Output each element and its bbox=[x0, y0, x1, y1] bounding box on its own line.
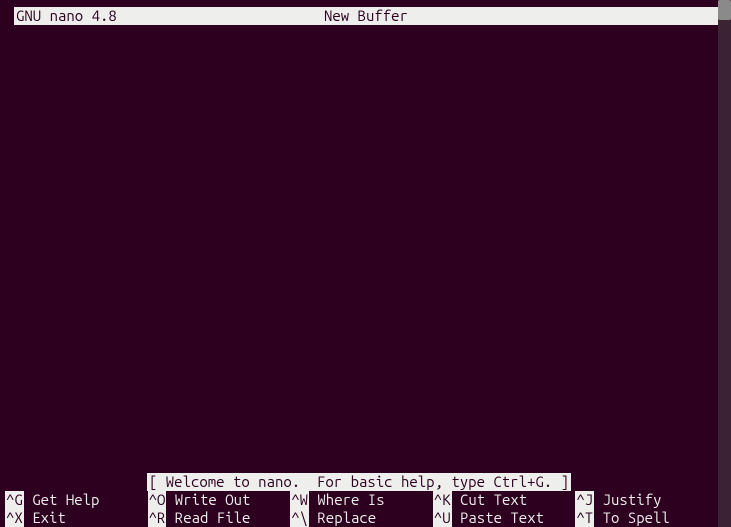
shortcut-key: ^U bbox=[433, 509, 452, 527]
buffer-name: New Buffer bbox=[14, 7, 718, 25]
terminal-window: GNU nano 4.8 New Buffer [ Welcome to nan… bbox=[0, 0, 718, 527]
shortcut-key: ^J bbox=[575, 491, 594, 509]
shortcut-key: ^K bbox=[433, 491, 452, 509]
shortcut-read-file[interactable]: ^R Read File bbox=[148, 509, 291, 527]
shortcut-key: ^G bbox=[5, 491, 24, 509]
shortcut-label: Replace bbox=[309, 509, 376, 527]
shortcut-label: Paste Text bbox=[452, 509, 544, 527]
shortcut-label: Where Is bbox=[309, 491, 385, 509]
shortcut-key: ^T bbox=[575, 509, 594, 527]
shortcuts-bar: ^G Get Help ^O Write Out ^W Where Is ^K … bbox=[5, 491, 718, 527]
scrollbar-track[interactable] bbox=[718, 0, 731, 527]
shortcut-label: Write Out bbox=[166, 491, 250, 509]
status-bar: [ Welcome to nano. For basic help, type … bbox=[0, 473, 718, 491]
shortcut-key: ^\ bbox=[290, 509, 309, 527]
shortcut-label: Get Help bbox=[24, 491, 100, 509]
shortcut-paste-text[interactable]: ^U Paste Text bbox=[433, 509, 576, 527]
editor-area[interactable] bbox=[14, 25, 718, 473]
shortcut-label: Cut Text bbox=[452, 491, 528, 509]
shortcut-to-spell[interactable]: ^T To Spell bbox=[575, 509, 718, 527]
shortcut-justify[interactable]: ^J Justify bbox=[575, 491, 718, 509]
shortcut-cut-text[interactable]: ^K Cut Text bbox=[433, 491, 576, 509]
shortcut-label: To Spell bbox=[594, 509, 670, 527]
shortcut-key: ^W bbox=[290, 491, 309, 509]
shortcut-replace[interactable]: ^\ Replace bbox=[290, 509, 433, 527]
shortcut-label: Read File bbox=[166, 509, 250, 527]
shortcut-key: ^X bbox=[5, 509, 24, 527]
shortcut-get-help[interactable]: ^G Get Help bbox=[5, 491, 148, 509]
title-bar: GNU nano 4.8 New Buffer bbox=[14, 7, 718, 25]
shortcut-exit[interactable]: ^X Exit bbox=[5, 509, 148, 527]
status-message: [ Welcome to nano. For basic help, type … bbox=[147, 473, 571, 491]
shortcut-label: Exit bbox=[24, 509, 66, 527]
scrollbar-thumb[interactable] bbox=[718, 0, 731, 20]
shortcut-key: ^R bbox=[148, 509, 167, 527]
shortcut-label: Justify bbox=[594, 491, 661, 509]
shortcut-where-is[interactable]: ^W Where Is bbox=[290, 491, 433, 509]
shortcut-write-out[interactable]: ^O Write Out bbox=[148, 491, 291, 509]
shortcut-key: ^O bbox=[148, 491, 167, 509]
